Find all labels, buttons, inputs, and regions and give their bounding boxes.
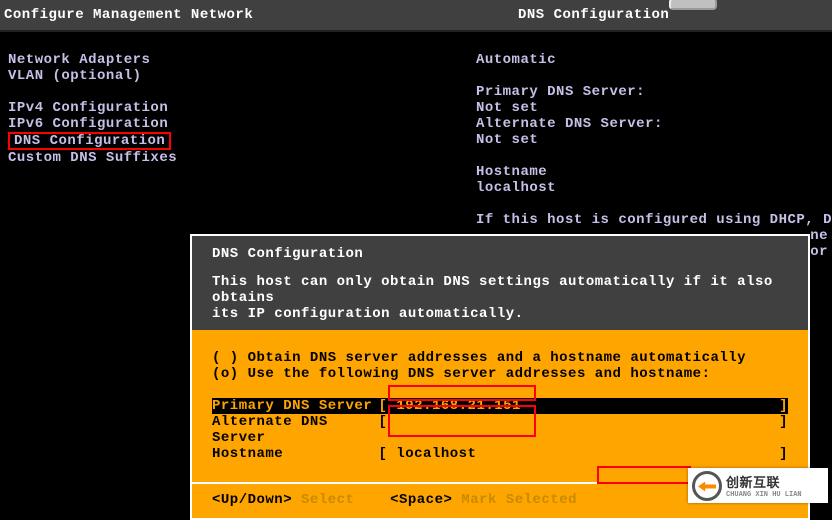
key-space: <Space> — [390, 492, 452, 508]
watermark-logo-icon — [692, 471, 722, 501]
dialog-title: DNS Configuration — [212, 246, 788, 262]
menu-custom-dns-suffixes[interactable]: Custom DNS Suffixes — [8, 150, 476, 166]
radio-obtain-auto[interactable]: ( ) Obtain DNS server addresses and a ho… — [212, 350, 788, 366]
info-primary-label: Primary DNS Server: — [476, 84, 832, 100]
menu-ipv6[interactable]: IPv6 Configuration — [8, 116, 476, 132]
info-hostname-label: Hostname — [476, 164, 832, 180]
spacer — [476, 68, 832, 84]
watermark: 创新互联 CHUANG XIN HU LIAN — [688, 468, 828, 503]
menu-dns-configuration[interactable]: DNS Configuration — [8, 132, 171, 150]
highlight-alternate-hostname — [388, 405, 536, 437]
dialog-subtitle-l2: its IP configuration automatically. — [212, 306, 788, 322]
field-primary-label: Primary DNS Server — [212, 398, 379, 414]
menu-vlan[interactable]: VLAN (optional) — [8, 68, 476, 84]
field-hostname[interactable]: Hostname [ localhost ] — [212, 446, 788, 462]
menu-ipv4[interactable]: IPv4 Configuration — [8, 100, 476, 116]
info-alternate-label: Alternate DNS Server: — [476, 116, 832, 132]
spacer — [476, 148, 832, 164]
dialog-subtitle-l1: This host can only obtain DNS settings a… — [212, 274, 788, 306]
watermark-cn: 创新互联 — [726, 472, 802, 491]
info-hostname-value: localhost — [476, 180, 832, 196]
field-hostname-value[interactable]: [ localhost ] — [379, 446, 788, 462]
action-mark: Mark Selected — [461, 492, 577, 508]
dialog-header: DNS Configuration This host can only obt… — [190, 234, 810, 330]
key-updown: <Up/Down> — [212, 492, 292, 508]
info-automatic: Automatic — [476, 52, 832, 68]
highlight-primary-value — [388, 385, 536, 401]
info-dhcp-line1: If this host is configured using DHCP, D — [476, 212, 832, 228]
spacer — [8, 84, 476, 100]
radio-use-following[interactable]: (o) Use the following DNS server address… — [212, 366, 788, 382]
info-alternate-value: Not set — [476, 132, 832, 148]
title-left: Configure Management Network — [4, 7, 518, 23]
window-handle-icon — [669, 0, 717, 10]
info-primary-value: Not set — [476, 100, 832, 116]
spacer — [476, 196, 832, 212]
field-alternate-label: Alternate DNS Server — [212, 414, 379, 446]
menu-network-adapters[interactable]: Network Adapters — [8, 52, 476, 68]
footer-left: <Up/Down> Select <Space> Mark Selected — [212, 492, 699, 508]
action-select: Select — [301, 492, 354, 508]
watermark-en: CHUANG XIN HU LIAN — [726, 491, 802, 499]
field-hostname-label: Hostname — [212, 446, 379, 462]
title-bar: Configure Management Network DNS Configu… — [0, 0, 832, 32]
highlight-enter-ok — [597, 466, 691, 484]
